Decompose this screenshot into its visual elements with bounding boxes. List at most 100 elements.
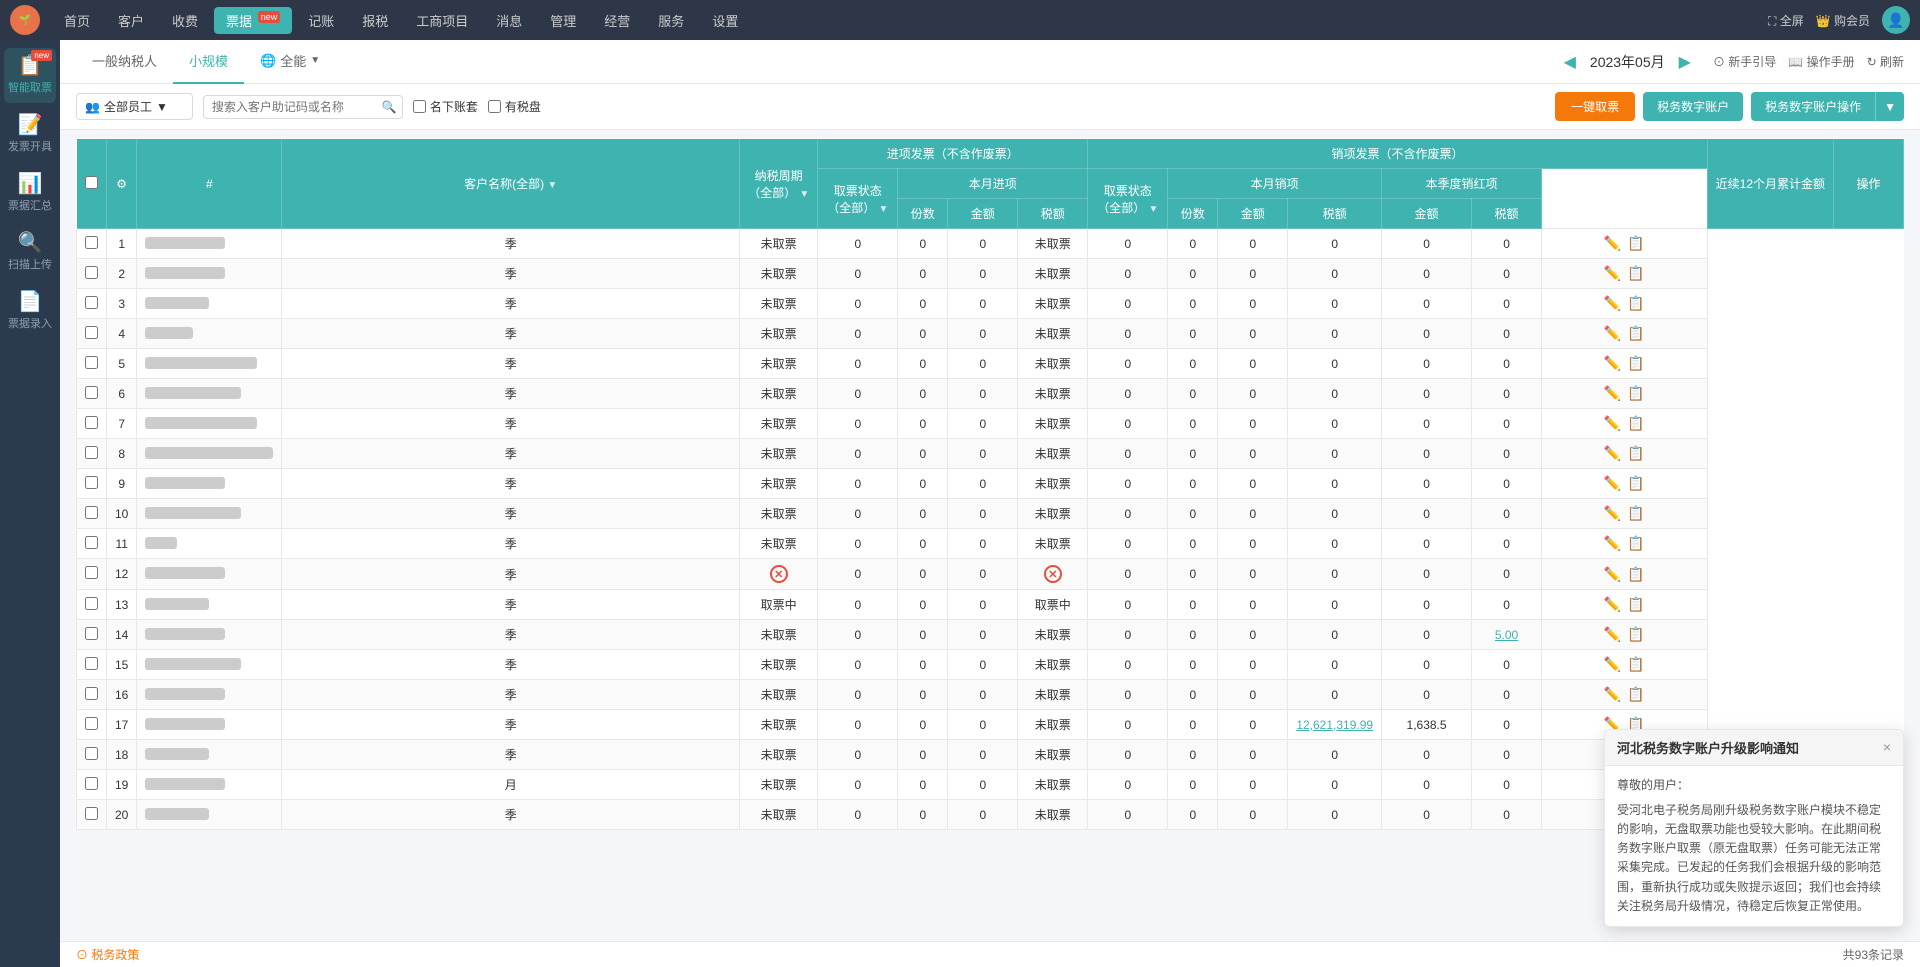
copy-icon[interactable]: 📋: [1627, 505, 1644, 522]
tax-digital-btn[interactable]: 税务数字账户: [1643, 92, 1743, 121]
nav-customer[interactable]: 客户: [106, 7, 156, 34]
nav-invoice[interactable]: 票据 new: [214, 7, 292, 34]
tax-operation-dropdown[interactable]: ▼: [1875, 92, 1904, 121]
refresh-btn[interactable]: ↻ 刷新: [1867, 53, 1904, 70]
search-icon[interactable]: 🔍: [382, 100, 397, 114]
prev-month-btn[interactable]: ◀: [1558, 50, 1582, 74]
copy-icon[interactable]: 📋: [1627, 385, 1644, 402]
in-count-cell: 0: [818, 469, 898, 499]
copy-icon[interactable]: 📋: [1627, 355, 1644, 372]
edit-icon[interactable]: ✏️: [1604, 325, 1621, 342]
nav-fee[interactable]: 收费: [160, 7, 210, 34]
employee-filter[interactable]: 👥 全部员工 ▼: [76, 93, 193, 120]
nav-accounting[interactable]: 记账: [296, 7, 346, 34]
sub-account-checkbox[interactable]: [413, 100, 426, 113]
row-checkbox[interactable]: [85, 807, 98, 820]
copy-icon[interactable]: 📋: [1627, 235, 1644, 252]
nav-service[interactable]: 服务: [646, 7, 696, 34]
edit-icon[interactable]: ✏️: [1604, 566, 1621, 583]
copy-icon[interactable]: 📋: [1627, 475, 1644, 492]
tab-small-scale[interactable]: 小规模: [173, 40, 244, 84]
top-nav-right: ⛶ 全屏 👑 购会员 👤: [1768, 6, 1910, 34]
edit-icon[interactable]: ✏️: [1604, 385, 1621, 402]
copy-icon[interactable]: 📋: [1627, 265, 1644, 282]
edit-icon[interactable]: ✏️: [1604, 686, 1621, 703]
nav-business[interactable]: 工商项目: [404, 7, 480, 34]
row-checkbox[interactable]: [85, 747, 98, 760]
tax-disk-checkbox[interactable]: [488, 100, 501, 113]
row-checkbox[interactable]: [85, 326, 98, 339]
edit-icon[interactable]: ✏️: [1604, 235, 1621, 252]
edit-icon[interactable]: ✏️: [1604, 415, 1621, 432]
row-checkbox[interactable]: [85, 657, 98, 670]
nav-settings[interactable]: 设置: [700, 7, 750, 34]
edit-icon[interactable]: ✏️: [1604, 626, 1621, 643]
copy-icon[interactable]: 📋: [1627, 686, 1644, 703]
sidebar-item-scan[interactable]: 🔍 扫描上传: [4, 225, 56, 280]
out-tax-cell: 0: [1218, 319, 1288, 349]
row-checkbox[interactable]: [85, 476, 98, 489]
user-avatar[interactable]: 👤: [1882, 6, 1910, 34]
client-name-cell: [137, 289, 282, 319]
next-month-btn[interactable]: ▶: [1673, 50, 1697, 74]
edit-icon[interactable]: ✏️: [1604, 265, 1621, 282]
sidebar-item-entry[interactable]: 📄 票据录入: [4, 284, 56, 339]
row-checkbox[interactable]: [85, 236, 98, 249]
row-checkbox-cell: [77, 740, 107, 770]
row-checkbox[interactable]: [85, 717, 98, 730]
search-input[interactable]: [203, 95, 403, 119]
sidebar-item-summary[interactable]: 📊 票据汇总: [4, 166, 56, 221]
row-checkbox[interactable]: [85, 416, 98, 429]
tab-all[interactable]: 🌐 全能 ▼: [244, 40, 336, 84]
copy-icon[interactable]: 📋: [1627, 295, 1644, 312]
row-checkbox[interactable]: [85, 506, 98, 519]
copy-icon[interactable]: 📋: [1627, 415, 1644, 432]
edit-icon[interactable]: ✏️: [1604, 295, 1621, 312]
row-checkbox[interactable]: [85, 536, 98, 549]
row-checkbox[interactable]: [85, 777, 98, 790]
nav-tax[interactable]: 报税: [350, 7, 400, 34]
row-checkbox[interactable]: [85, 446, 98, 459]
tax-policy-link[interactable]: ⊙ 税务政策: [76, 946, 139, 963]
row-checkbox[interactable]: [85, 356, 98, 369]
edit-icon[interactable]: ✏️: [1604, 475, 1621, 492]
checkbox-sub-account[interactable]: 名下账套: [413, 98, 478, 115]
edit-icon[interactable]: ✏️: [1604, 445, 1621, 462]
nav-message[interactable]: 消息: [484, 7, 534, 34]
row-checkbox[interactable]: [85, 597, 98, 610]
tab-general-taxpayer[interactable]: 一般纳税人: [76, 40, 173, 84]
edit-icon[interactable]: ✏️: [1604, 505, 1621, 522]
nav-operation[interactable]: 经营: [592, 7, 642, 34]
notification-close-btn[interactable]: ×: [1883, 739, 1891, 755]
tax-period-cell: 季: [282, 229, 740, 259]
row-checkbox[interactable]: [85, 266, 98, 279]
copy-icon[interactable]: 📋: [1627, 535, 1644, 552]
checkbox-tax-disk[interactable]: 有税盘: [488, 98, 541, 115]
sidebar-item-open-invoice[interactable]: 📝 发票开具: [4, 107, 56, 162]
copy-icon[interactable]: 📋: [1627, 596, 1644, 613]
edit-icon[interactable]: ✏️: [1604, 355, 1621, 372]
select-all-checkbox[interactable]: [85, 176, 98, 189]
copy-icon[interactable]: 📋: [1627, 566, 1644, 583]
row-checkbox[interactable]: [85, 296, 98, 309]
one-click-fetch-btn[interactable]: 一键取票: [1555, 92, 1635, 121]
copy-icon[interactable]: 📋: [1627, 325, 1644, 342]
row-checkbox[interactable]: [85, 627, 98, 640]
copy-icon[interactable]: 📋: [1627, 445, 1644, 462]
fullscreen-btn[interactable]: ⛶ 全屏: [1768, 12, 1804, 29]
nav-manage[interactable]: 管理: [538, 7, 588, 34]
manual-btn[interactable]: 📖 操作手册: [1788, 53, 1854, 70]
copy-icon[interactable]: 📋: [1627, 656, 1644, 673]
edit-icon[interactable]: ✏️: [1604, 656, 1621, 673]
row-checkbox[interactable]: [85, 386, 98, 399]
nav-home[interactable]: 首页: [52, 7, 102, 34]
member-btn[interactable]: 👑 购会员: [1816, 12, 1870, 29]
row-checkbox[interactable]: [85, 687, 98, 700]
summary-icon: 📊: [18, 174, 43, 194]
copy-icon[interactable]: 📋: [1627, 626, 1644, 643]
row-checkbox[interactable]: [85, 566, 98, 579]
guide-btn[interactable]: ⊙ 新手引导: [1713, 53, 1776, 70]
edit-icon[interactable]: ✏️: [1604, 596, 1621, 613]
edit-icon[interactable]: ✏️: [1604, 535, 1621, 552]
tax-operation-btn[interactable]: 税务数字账户操作: [1751, 92, 1875, 121]
